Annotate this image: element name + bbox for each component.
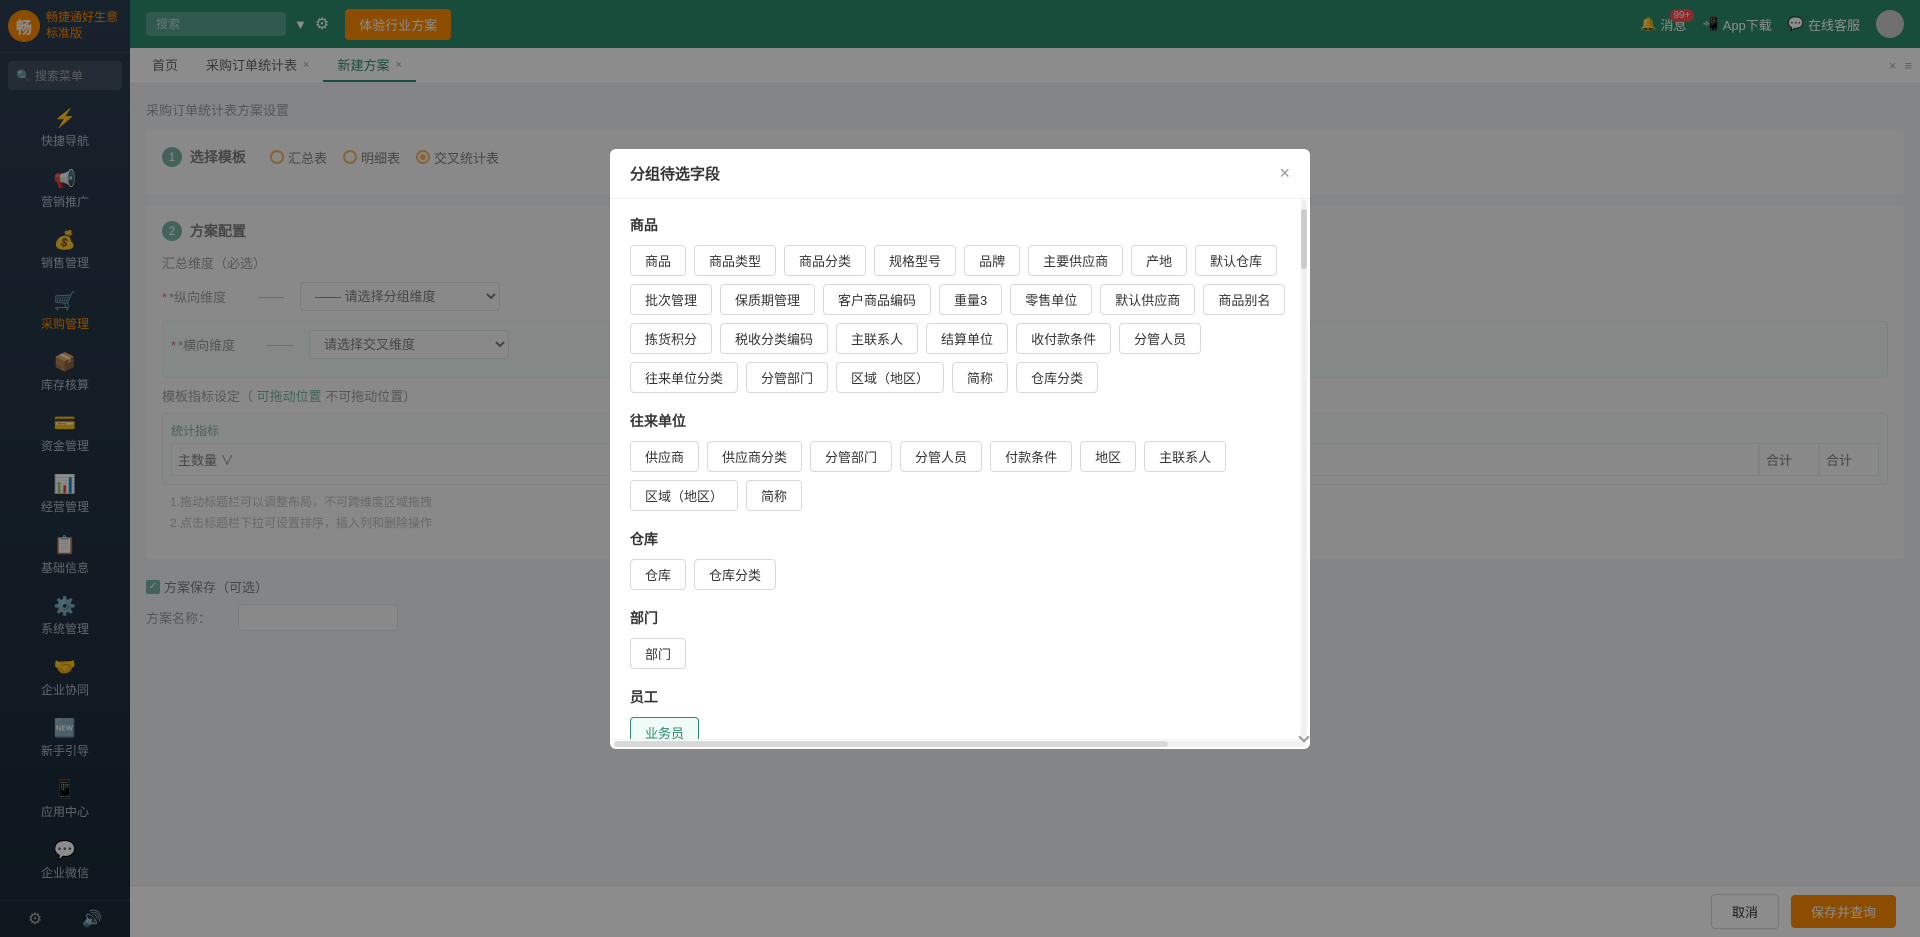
- tag-main-supplier[interactable]: 主要供应商: [1028, 245, 1123, 276]
- modal-overlay: 分组待选字段 × 商品 商品 商品类型 商品分类 规格型号 品牌 主要供应商 产…: [0, 0, 1920, 937]
- vscrollbar-thumb: [1301, 209, 1307, 269]
- tag-manager[interactable]: 分管人员: [1119, 323, 1201, 354]
- section-product-title: 商品: [630, 215, 1290, 235]
- tag-commodity[interactable]: 商品: [630, 245, 686, 276]
- tag-retail-unit[interactable]: 零售单位: [1010, 284, 1092, 315]
- section-warehouse-title: 仓库: [630, 529, 1290, 549]
- tag-type[interactable]: 商品类型: [694, 245, 776, 276]
- tag-quality[interactable]: 保质期管理: [720, 284, 815, 315]
- tag-dept[interactable]: 分管部门: [746, 362, 828, 393]
- section-employee: 员工 业务员: [630, 687, 1290, 739]
- product-tags: 商品 商品类型 商品分类 规格型号 品牌 主要供应商 产地 默认仓库 批次管理 …: [630, 245, 1290, 393]
- tag-weight3[interactable]: 重量3: [939, 284, 1002, 315]
- department-tags: 部门: [630, 638, 1290, 669]
- tag-pay-terms[interactable]: 收付款条件: [1016, 323, 1111, 354]
- modal-hscrollbar[interactable]: [610, 739, 1310, 749]
- section-partner: 往来单位 供应商 供应商分类 分管部门 分管人员 付款条件 地区 主联系人 区域…: [630, 411, 1290, 511]
- section-department-title: 部门: [630, 608, 1290, 628]
- modal-vscrollbar[interactable]: [1301, 199, 1307, 739]
- tag-dept2[interactable]: 分管部门: [810, 441, 892, 472]
- tag-origin[interactable]: 产地: [1131, 245, 1187, 276]
- section-partner-title: 往来单位: [630, 411, 1290, 431]
- tag-customer-code[interactable]: 客户商品编码: [823, 284, 931, 315]
- section-department: 部门 部门: [630, 608, 1290, 669]
- tag-main-contact[interactable]: 主联系人: [836, 323, 918, 354]
- section-employee-title: 员工: [630, 687, 1290, 707]
- tag-settle-unit[interactable]: 结算单位: [926, 323, 1008, 354]
- tag-salesman[interactable]: 业务员: [630, 717, 699, 739]
- employee-tags: 业务员: [630, 717, 1290, 739]
- tag-spec-type[interactable]: 规格型号: [874, 245, 956, 276]
- modal-title: 分组待选字段: [630, 163, 720, 184]
- tag-default-warehouse[interactable]: 默认仓库: [1195, 245, 1277, 276]
- tag-dept3[interactable]: 部门: [630, 638, 686, 669]
- tag-from-unit-cat[interactable]: 往来单位分类: [630, 362, 738, 393]
- tag-short-name2[interactable]: 简称: [746, 480, 802, 511]
- tag-warehouse-cat[interactable]: 仓库分类: [1016, 362, 1098, 393]
- tag-wh[interactable]: 仓库: [630, 559, 686, 590]
- modal-close-button[interactable]: ×: [1279, 163, 1290, 184]
- partner-tags: 供应商 供应商分类 分管部门 分管人员 付款条件 地区 主联系人 区域（地区） …: [630, 441, 1290, 511]
- tag-brand[interactable]: 品牌: [964, 245, 1020, 276]
- tag-category[interactable]: 商品分类: [784, 245, 866, 276]
- tag-main-contact2[interactable]: 主联系人: [1144, 441, 1226, 472]
- tag-default-supplier[interactable]: 默认供应商: [1100, 284, 1195, 315]
- tag-dept-person[interactable]: 分管人员: [900, 441, 982, 472]
- tag-tax-code[interactable]: 税收分类编码: [720, 323, 828, 354]
- tag-region[interactable]: 区域（地区）: [836, 362, 944, 393]
- tag-supplier-cat[interactable]: 供应商分类: [707, 441, 802, 472]
- hscrollbar-thumb: [614, 741, 1168, 747]
- tag-short-name[interactable]: 简称: [952, 362, 1008, 393]
- tag-region-area[interactable]: 区域（地区）: [630, 480, 738, 511]
- modal-body: 商品 商品 商品类型 商品分类 规格型号 品牌 主要供应商 产地 默认仓库 批次…: [610, 199, 1310, 739]
- tag-batch[interactable]: 批次管理: [630, 284, 712, 315]
- section-warehouse: 仓库 仓库 仓库分类: [630, 529, 1290, 590]
- modal-header: 分组待选字段 ×: [610, 149, 1310, 199]
- tag-supplier[interactable]: 供应商: [630, 441, 699, 472]
- warehouse-tags: 仓库 仓库分类: [630, 559, 1290, 590]
- section-product: 商品 商品 商品类型 商品分类 规格型号 品牌 主要供应商 产地 默认仓库 批次…: [630, 215, 1290, 393]
- field-selector-modal: 分组待选字段 × 商品 商品 商品类型 商品分类 规格型号 品牌 主要供应商 产…: [610, 149, 1310, 749]
- tag-alias[interactable]: 商品别名: [1203, 284, 1285, 315]
- tag-pick-points[interactable]: 拣货积分: [630, 323, 712, 354]
- hscrollbar-track: [614, 741, 1306, 747]
- tag-region2[interactable]: 地区: [1080, 441, 1136, 472]
- tag-wh-cat[interactable]: 仓库分类: [694, 559, 776, 590]
- tag-pay-terms2[interactable]: 付款条件: [990, 441, 1072, 472]
